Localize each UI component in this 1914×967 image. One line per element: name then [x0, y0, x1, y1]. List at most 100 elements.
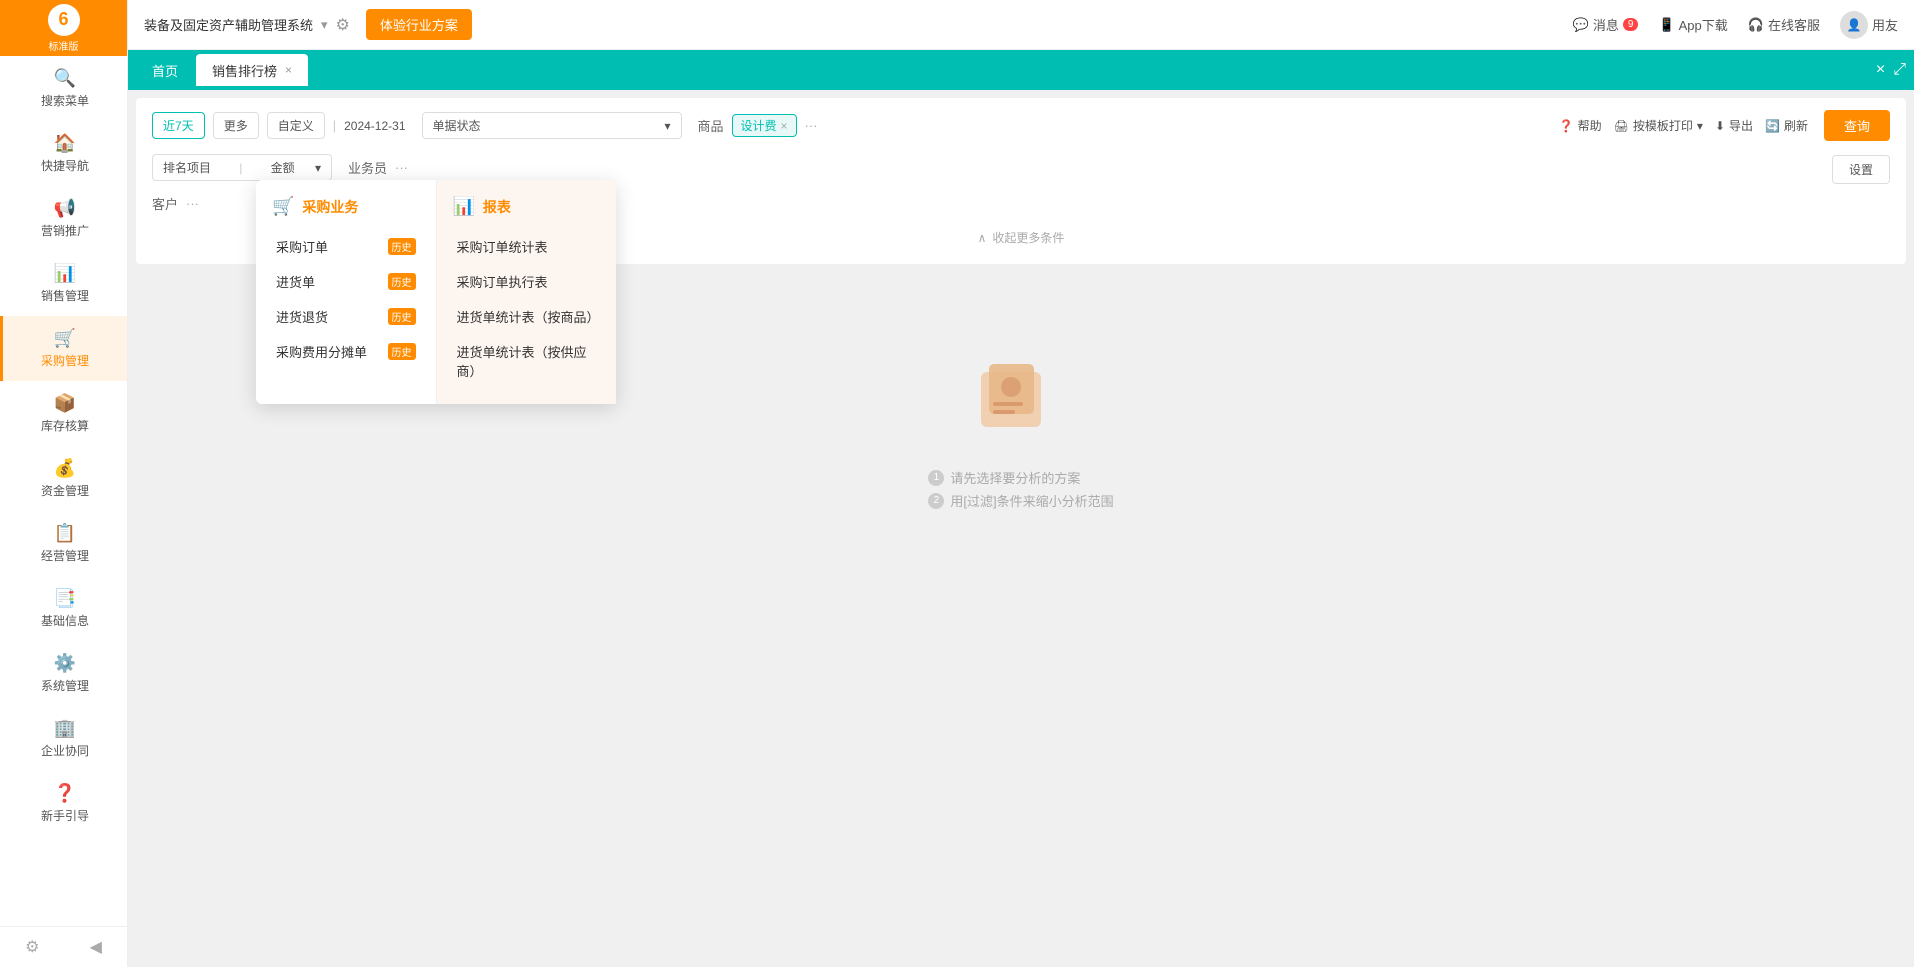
sidebar-item-newbie[interactable]: ❓ 新手引导 [0, 771, 127, 836]
rank-dropdown-icon: ▾ [315, 161, 321, 175]
popup-menu: 🛒 采购业务 采购订单 历史 进货单 历史 进货退货 历史 [256, 180, 616, 404]
sidebar-item-marketing[interactable]: 📢 营销推广 [0, 186, 127, 251]
tab-sales-rank-label: 销售排行榜 [212, 61, 277, 80]
main-content: 装备及固定资产辅助管理系统 ▾ ⚙ 体验行业方案 💬 消息 9 📱 App下载 … [128, 0, 1914, 967]
voucher-status-select[interactable]: 单据状态 ▾ [422, 112, 682, 139]
sidebar-item-label: 快捷导航 [41, 157, 89, 174]
salesperson-label: 业务员 [348, 158, 387, 177]
popup-item-order-stats[interactable]: 采购订单统计表 [453, 229, 601, 264]
popup-item-purchase-order[interactable]: 采购订单 历史 [272, 229, 420, 264]
history-badge: 历史 [388, 343, 416, 360]
online-service-button[interactable]: 🎧 在线客服 [1748, 15, 1820, 34]
popup-item-inbound[interactable]: 进货单 历史 [272, 264, 420, 299]
enterprise-icon: 🏢 [54, 718, 76, 739]
query-button[interactable]: 查询 [1824, 110, 1890, 141]
export-label: 导出 [1729, 117, 1753, 134]
footer-settings-icon[interactable]: ⚙ [25, 937, 39, 957]
popup-item-label: 采购订单执行表 [457, 272, 548, 291]
logo-text: 标准版 [49, 38, 79, 53]
sidebar-item-sales[interactable]: 📊 销售管理 [0, 251, 127, 316]
help-button[interactable]: ❓ 帮助 [1559, 117, 1602, 134]
sidebar-item-search[interactable]: 🔍 搜索菜单 [0, 56, 127, 121]
empty-tip2: 用[过滤]条件来缩小分析范围 [950, 491, 1113, 510]
date-custom-button[interactable]: 自定义 [267, 112, 325, 139]
popup-item-label: 采购费用分摊单 [276, 342, 367, 361]
sidebar-item-label: 基础信息 [41, 612, 89, 629]
export-button[interactable]: ⬇ 导出 [1715, 117, 1753, 134]
tab-maximize-icon[interactable]: ⤢ [1893, 61, 1906, 79]
salesperson-more-options-icon[interactable]: ··· [395, 160, 408, 175]
sidebar-item-inventory[interactable]: 📦 库存核算 [0, 381, 127, 446]
app-download-button[interactable]: 📱 App下载 [1658, 15, 1727, 34]
tab-close-icon[interactable]: × [285, 63, 292, 77]
topbar-title: 装备及固定资产辅助管理系统 [144, 15, 313, 34]
sidebar-item-purchase[interactable]: 🛒 采购管理 [0, 316, 127, 381]
avatar: 👤 [1840, 11, 1868, 39]
settings-button[interactable]: 设置 [1832, 155, 1890, 184]
refresh-icon: 🔄 [1765, 119, 1780, 133]
tab-home[interactable]: 首页 [136, 54, 194, 86]
message-button[interactable]: 💬 消息 9 [1573, 15, 1639, 34]
popup-item-label: 采购订单统计表 [457, 237, 548, 256]
sidebar-item-base-info[interactable]: 📑 基础信息 [0, 576, 127, 641]
goods-label: 商品 [698, 116, 724, 135]
sidebar: 6 标准版 🔍 搜索菜单 🏠 快捷导航 📢 营销推广 📊 销售管理 🛒 [0, 0, 128, 967]
history-badge: 历史 [388, 308, 416, 325]
topbar: 装备及固定资产辅助管理系统 ▾ ⚙ 体验行业方案 💬 消息 9 📱 App下载 … [128, 0, 1914, 50]
collapse-label: 收起更多条件 [992, 229, 1064, 246]
step1-icon: 1 [928, 470, 944, 486]
step2-icon: 2 [928, 493, 944, 509]
popup-purchase-title-label: 采购业务 [302, 197, 358, 217]
footer-collapse-icon[interactable]: ◀ [90, 937, 102, 957]
sidebar-item-finance[interactable]: 💰 资金管理 [0, 446, 127, 511]
tab-sales-rank[interactable]: 销售排行榜 × [196, 54, 308, 86]
popup-purchase-section: 🛒 采购业务 采购订单 历史 进货单 历史 进货退货 历史 [256, 180, 436, 404]
topbar-dropdown-icon[interactable]: ▾ [321, 17, 328, 33]
empty-illustration [961, 352, 1081, 452]
topbar-settings-icon[interactable]: ⚙ [336, 15, 350, 35]
rank-item-select[interactable]: 排名项目 | 金额 ▾ [152, 154, 332, 181]
popup-item-inbound-return[interactable]: 进货退货 历史 [272, 299, 420, 334]
print-button[interactable]: 🖨 按模板打印 ▾ [1614, 117, 1703, 134]
refresh-label: 刷新 [1784, 117, 1808, 134]
purchase-icon: 🛒 [54, 328, 76, 349]
user-menu-button[interactable]: 👤 用友 [1840, 11, 1898, 39]
goods-more-options-icon[interactable]: ··· [805, 118, 818, 133]
empty-tip1: 请先选择要分析的方案 [950, 468, 1080, 487]
popup-item-inbound-stats-supplier[interactable]: 进货单统计表（按供应商） [453, 334, 601, 388]
user-label: 用友 [1872, 15, 1898, 34]
rank-value: 金额 [271, 159, 295, 176]
phone-icon: 📱 [1658, 17, 1674, 33]
marketing-icon: 📢 [54, 198, 76, 219]
popup-report-section: 📊 报表 采购订单统计表 采购订单执行表 进货单统计表（按商品） 进货单统计表（… [436, 180, 617, 404]
popup-purchase-title: 🛒 采购业务 [272, 196, 420, 217]
customer-more-options-icon[interactable]: ··· [186, 196, 199, 211]
history-badge: 历史 [388, 238, 416, 255]
popup-item-order-exec[interactable]: 采购订单执行表 [453, 264, 601, 299]
sidebar-item-quick-nav[interactable]: 🏠 快捷导航 [0, 121, 127, 186]
date-7days-button[interactable]: 近7天 [152, 112, 205, 139]
popup-item-purchase-expense[interactable]: 采购费用分摊单 历史 [272, 334, 420, 369]
empty-text: 1 请先选择要分析的方案 2 用[过滤]条件来缩小分析范围 [928, 468, 1113, 514]
purchase-section-icon: 🛒 [272, 196, 294, 217]
print-icon: 🖨 [1614, 119, 1629, 133]
base-info-icon: 📑 [54, 588, 76, 609]
customer-filter-container: 客户 ··· [152, 194, 199, 213]
refresh-button[interactable]: 🔄 刷新 [1765, 117, 1808, 134]
industry-solution-button[interactable]: 体验行业方案 [366, 9, 472, 40]
date-more-button[interactable]: 更多 [213, 112, 259, 139]
operation-icon: 📋 [54, 523, 76, 544]
sidebar-nav: 🔍 搜索菜单 🏠 快捷导航 📢 营销推广 📊 销售管理 🛒 采购管理 📦 [0, 56, 127, 926]
sidebar-item-operation[interactable]: 📋 经营管理 [0, 511, 127, 576]
rank-label: 排名项目 [163, 159, 211, 176]
tab-window-close-icon[interactable]: × [1876, 61, 1885, 79]
sidebar-item-enterprise[interactable]: 🏢 企业协同 [0, 706, 127, 771]
popup-item-inbound-stats-goods[interactable]: 进货单统计表（按商品） [453, 299, 601, 334]
sidebar-item-system[interactable]: ⚙️ 系统管理 [0, 641, 127, 706]
goods-tag-close-icon[interactable]: × [781, 119, 788, 133]
inventory-icon: 📦 [54, 393, 76, 414]
report-section-icon: 📊 [453, 196, 475, 217]
message-label: 消息 [1593, 15, 1619, 34]
sales-icon: 📊 [54, 263, 76, 284]
app-download-label: App下载 [1679, 15, 1728, 34]
